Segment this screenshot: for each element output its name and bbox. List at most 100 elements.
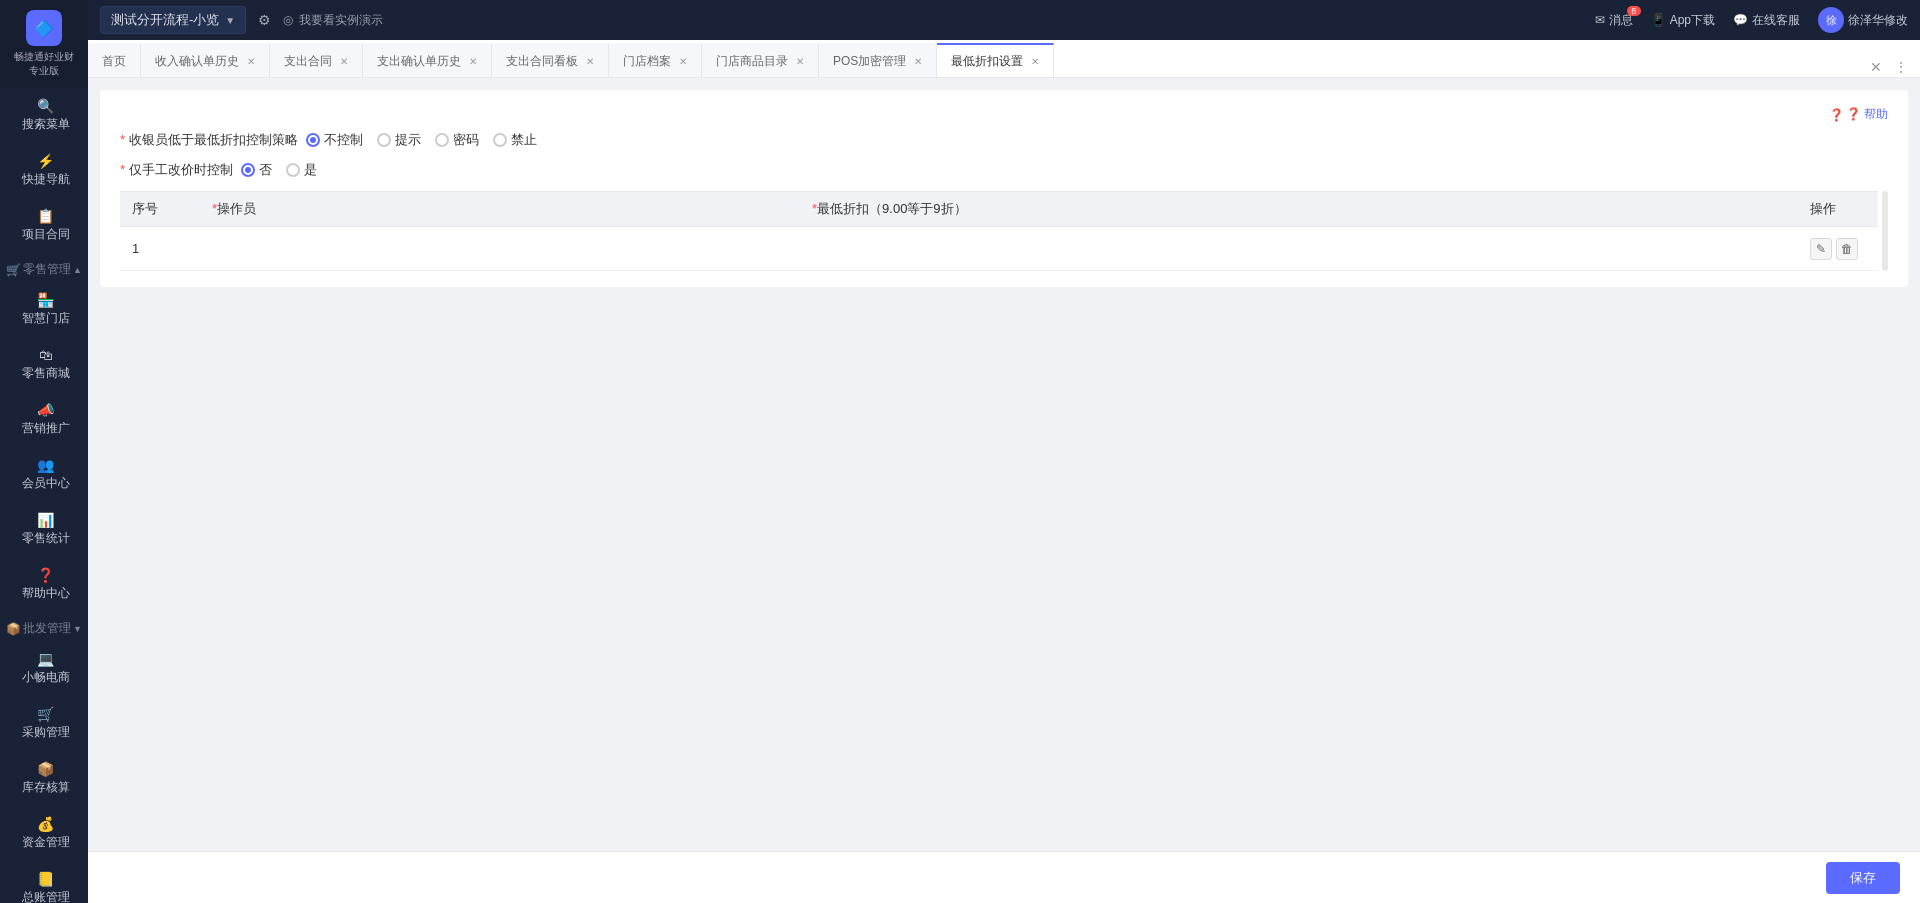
sidebar-item-retail-stats[interactable]: 📊 零售统计 (0, 502, 88, 557)
option-no[interactable]: 否 (241, 161, 272, 179)
tab-min-discount[interactable]: 最低折扣设置 ✕ (937, 43, 1054, 77)
app-download-button[interactable]: 📱 App下载 (1651, 12, 1715, 29)
sidebar-item-shortcut[interactable]: ⚡ 快捷导航 (0, 143, 88, 198)
option-remind[interactable]: 提示 (377, 131, 421, 149)
option-yes[interactable]: 是 (286, 161, 317, 179)
tab-store-file[interactable]: 门店档案 ✕ (609, 43, 702, 77)
table-row: 1 ✎ 🗑 (120, 227, 1878, 271)
sidebar-item-finance[interactable]: 💰 资金管理 (0, 806, 88, 861)
tab-label: 首页 (102, 53, 126, 70)
tab-store-products[interactable]: 门店商品目录 ✕ (702, 43, 819, 77)
sidebar-item-label: 小畅电商 (3, 669, 88, 686)
sidebar-item-help[interactable]: ❓ 帮助中心 (0, 557, 88, 612)
sidebar-item-ledger[interactable]: 📒 总账管理 (0, 861, 88, 903)
sidebar-item-label: 采购管理 (3, 724, 88, 741)
option-forbid[interactable]: 禁止 (493, 131, 537, 149)
project-name: 测试分开流程-小览 (111, 11, 219, 29)
radio-password[interactable] (435, 133, 449, 147)
edit-row-button[interactable]: ✎ (1810, 238, 1832, 260)
service-icon: 💬 (1733, 13, 1748, 27)
help-icon: ❓ (3, 567, 88, 583)
radio-no[interactable] (241, 163, 255, 177)
tab-income-history[interactable]: 收入确认单历史 ✕ (141, 43, 270, 77)
discount-policy-label: * 收银员低于最低折扣控制策略 (120, 131, 298, 149)
option-no-control[interactable]: 不控制 (306, 131, 363, 149)
tab-label: POS加密管理 (833, 53, 906, 70)
cell-action: ✎ 🗑 (1798, 227, 1878, 271)
smart-store-icon: 🏪 (3, 292, 88, 308)
sidebar-item-retail[interactable]: 🛒 零售管理 ▲ (0, 253, 88, 282)
sidebar-item-smart-store[interactable]: 🏪 智慧门店 (0, 282, 88, 337)
sidebar-item-batch[interactable]: 📦 批发管理 ▼ (0, 612, 88, 641)
close-icon[interactable]: ✕ (914, 56, 922, 67)
table-scrollbar[interactable] (1882, 191, 1888, 271)
demo-link[interactable]: ◎ 我要看实例演示 (283, 12, 383, 29)
tab-label: 门店商品目录 (716, 53, 788, 70)
tab-pos-password[interactable]: POS加密管理 ✕ (819, 43, 937, 77)
tab-label: 支出合同看板 (506, 53, 578, 70)
close-icon[interactable]: ✕ (247, 56, 255, 67)
ledger-icon: 📒 (3, 871, 88, 887)
chevron-icon: ▼ (225, 15, 235, 26)
close-tab-button[interactable]: ✕ (1866, 57, 1886, 77)
cell-operator (200, 227, 800, 271)
radio-remind[interactable] (377, 133, 391, 147)
sidebar-item-contract[interactable]: 📋 项目合同 (0, 198, 88, 253)
help-link[interactable]: ❓ ❓ 帮助 (1829, 106, 1888, 123)
chevron-down-icon2: ▼ (73, 624, 82, 634)
manual-options: 否 是 (241, 161, 317, 179)
table-wrap: 序号 *操作员 *最低折扣（9.00等于9折） 操作 (120, 191, 1888, 271)
tab-label: 支出确认单历史 (377, 53, 461, 70)
radio-no-control[interactable] (306, 133, 320, 147)
close-icon[interactable]: ✕ (796, 56, 804, 67)
topbar-settings-icon[interactable]: ⚙ (258, 12, 271, 28)
help-icon: ❓ (1829, 108, 1844, 122)
tab-payment-confirm[interactable]: 支出确认单历史 ✕ (363, 43, 492, 77)
sidebar-item-label: 快捷导航 (3, 171, 88, 188)
close-icon[interactable]: ✕ (469, 56, 477, 67)
close-icon[interactable]: ✕ (679, 56, 687, 67)
radio-forbid[interactable] (493, 133, 507, 147)
project-selector[interactable]: 测试分开流程-小览 ▼ (100, 6, 246, 34)
more-tabs-button[interactable]: ⋮ (1890, 57, 1912, 77)
sidebar-item-marketing[interactable]: 📣 营销推广 (0, 392, 88, 447)
sidebar-item-member[interactable]: 👥 会员中心 (0, 447, 88, 502)
tabs-controls: ✕ ⋮ (1866, 57, 1920, 77)
option-password[interactable]: 密码 (435, 131, 479, 149)
marketing-icon: 📣 (3, 402, 88, 418)
page-content: ❓ ❓ 帮助 * 收银员低于最低折扣控制策略 不控制 提示 (88, 78, 1920, 851)
sidebar-item-purchase[interactable]: 🛒 采购管理 (0, 696, 88, 751)
close-icon[interactable]: ✕ (340, 56, 348, 67)
col-seq: 序号 (120, 192, 200, 227)
settings-card: ❓ ❓ 帮助 * 收银员低于最低折扣控制策略 不控制 提示 (100, 90, 1908, 287)
required-star: * (120, 132, 125, 147)
tab-label: 支出合同 (284, 53, 332, 70)
tab-label: 最低折扣设置 (951, 53, 1023, 70)
sidebar-item-search[interactable]: 🔍 搜索菜单 (0, 88, 88, 143)
delete-row-button[interactable]: 🗑 (1836, 238, 1858, 260)
save-button[interactable]: 保存 (1826, 862, 1900, 894)
logo-name: 畅捷通好业财 (14, 50, 74, 64)
tab-payment-board[interactable]: 支出合同看板 ✕ (492, 43, 609, 77)
cell-min-discount (800, 227, 1798, 271)
close-icon[interactable]: ✕ (1031, 56, 1039, 67)
table-container: 序号 *操作员 *最低折扣（9.00等于9折） 操作 (120, 191, 1888, 271)
sidebar-item-online-store[interactable]: 🛍 零售商城 (0, 337, 88, 392)
online-service-button[interactable]: 💬 在线客服 (1733, 12, 1800, 29)
sidebar-item-inventory[interactable]: 📦 库存核算 (0, 751, 88, 806)
user-profile[interactable]: 徐 徐泽华修改 (1818, 7, 1908, 33)
tab-home[interactable]: 首页 (88, 43, 141, 77)
close-icon[interactable]: ✕ (586, 56, 594, 67)
main-area: 测试分开流程-小览 ▼ ⚙ ◎ 我要看实例演示 ✉ 消息 8 📱 App下载 💬… (88, 0, 1920, 903)
message-button[interactable]: ✉ 消息 8 (1595, 12, 1633, 29)
purchase-icon: 🛒 (3, 706, 88, 722)
sidebar-item-label: 库存核算 (3, 779, 88, 796)
logo-icon: 🔷 (26, 10, 62, 46)
tab-payment-contract[interactable]: 支出合同 ✕ (270, 43, 363, 77)
radio-yes[interactable] (286, 163, 300, 177)
sidebar: 🔷 畅捷通好业财 专业版 🔍 搜索菜单 ⚡ 快捷导航 📋 项目合同 🛒 零售管理… (0, 0, 88, 903)
option-label: 不控制 (324, 131, 363, 149)
help-text: ❓ 帮助 (1846, 106, 1888, 123)
col-action: 操作 (1798, 192, 1878, 227)
sidebar-item-ecommerce[interactable]: 💻 小畅电商 (0, 641, 88, 696)
